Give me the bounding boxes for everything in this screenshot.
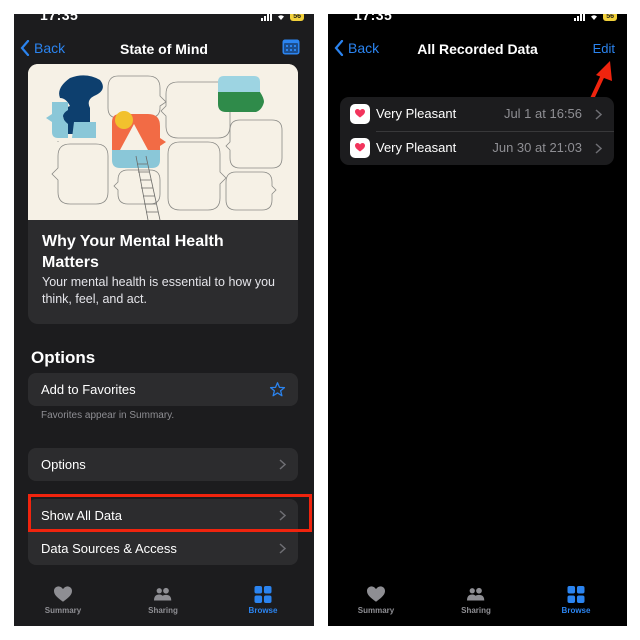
heart-icon	[54, 586, 72, 602]
status-icons: 56	[261, 14, 304, 21]
hero-title: Why Your Mental Health Matters	[42, 233, 224, 271]
nav-bar: Back State of Mind	[14, 36, 314, 64]
back-label: Back	[348, 40, 380, 56]
tab-bar: Summary Sharing Browse	[328, 574, 627, 626]
mental-health-card[interactable]: Why Your Mental Health Matters Your ment…	[28, 64, 298, 324]
chevron-left-icon	[334, 40, 344, 56]
heads-illustration	[28, 64, 298, 220]
battery-icon: 56	[603, 14, 617, 21]
tab-summary[interactable]: Summary	[336, 586, 416, 615]
wifi-icon	[591, 14, 598, 20]
back-button[interactable]: Back	[20, 40, 65, 56]
battery-icon: 56	[290, 14, 304, 21]
signal-icon	[261, 14, 273, 21]
tab-browse-label: Browse	[561, 606, 591, 615]
options-row-label: Options	[41, 457, 86, 472]
back-button[interactable]: Back	[334, 40, 379, 56]
tab-sharing[interactable]: Sharing	[436, 586, 516, 615]
tab-sharing-label: Sharing	[148, 606, 178, 615]
status-time: 17:35	[354, 14, 393, 23]
chevron-left-icon	[20, 40, 30, 56]
chevron-right-icon	[279, 510, 286, 521]
hero-description: Your mental health is essential to how y…	[42, 275, 276, 306]
record-label: Very Pleasant	[376, 140, 457, 155]
options-row[interactable]: Options	[28, 448, 298, 481]
grid-icon	[254, 586, 272, 603]
edit-button[interactable]: Edit	[593, 41, 615, 56]
people-icon	[154, 587, 172, 601]
signal-icon	[574, 14, 586, 21]
back-label: Back	[34, 40, 66, 56]
tab-browse[interactable]: Browse	[536, 586, 616, 615]
tab-summary-label: Summary	[44, 606, 82, 615]
status-time: 17:35	[40, 14, 79, 23]
star-icon	[269, 382, 286, 397]
record-label: Very Pleasant	[376, 106, 457, 121]
data-group: Show All Data Data Sources & Access	[28, 499, 298, 565]
nav-bar: Back All Recorded Data Edit	[328, 36, 627, 64]
show-all-data-label: Show All Data	[41, 508, 122, 523]
status-icons: 56	[574, 14, 617, 21]
record-date: Jul 1 at 16:56	[503, 106, 582, 121]
status-bar: 17:35 56	[14, 14, 314, 28]
record-row[interactable]: Very Pleasant Jul 1 at 16:56	[340, 97, 614, 132]
tab-bar: Summary Sharing Browse	[14, 574, 314, 626]
grid-icon	[567, 586, 585, 603]
data-sources-access-label: Data Sources & Access	[41, 541, 177, 556]
chevron-right-icon	[279, 543, 286, 554]
add-to-favorites-label: Add to Favorites	[41, 382, 136, 397]
chevron-right-icon	[279, 459, 286, 470]
people-icon	[467, 587, 485, 601]
chevron-right-icon	[595, 143, 602, 154]
wifi-icon	[278, 14, 285, 20]
tab-summary[interactable]: Summary	[23, 586, 103, 615]
tab-summary-label: Summary	[357, 606, 395, 615]
options-heading: Options	[31, 348, 96, 367]
calendar-icon[interactable]	[282, 39, 300, 55]
heart-icon	[355, 109, 365, 118]
state-of-mind-screen: 17:35 56 Back State of Mind Why Your Men…	[14, 14, 314, 626]
show-all-data-row[interactable]: Show All Data	[28, 499, 298, 532]
health-app-icon	[350, 138, 370, 158]
tab-browse-label: Browse	[248, 606, 278, 615]
record-date: Jun 30 at 21:03	[492, 140, 582, 155]
health-app-icon	[350, 104, 370, 124]
data-sources-access-row[interactable]: Data Sources & Access	[28, 532, 298, 565]
chevron-right-icon	[595, 109, 602, 120]
record-row[interactable]: Very Pleasant Jun 30 at 21:03	[340, 131, 614, 165]
favorites-footnote: Favorites appear in Summary.	[41, 410, 175, 421]
all-recorded-data-screen: 17:35 56 Back All Recorded Data Edit Ver…	[328, 14, 627, 626]
tab-sharing[interactable]: Sharing	[123, 586, 203, 615]
tab-browse[interactable]: Browse	[223, 586, 303, 615]
heart-icon	[355, 143, 365, 152]
tab-sharing-label: Sharing	[461, 606, 491, 615]
heart-icon	[367, 586, 385, 602]
records-list: Very Pleasant Jul 1 at 16:56 Very Pleasa…	[340, 97, 614, 165]
add-to-favorites-button[interactable]: Add to Favorites	[28, 373, 298, 406]
status-bar: 17:35 56	[328, 14, 627, 28]
